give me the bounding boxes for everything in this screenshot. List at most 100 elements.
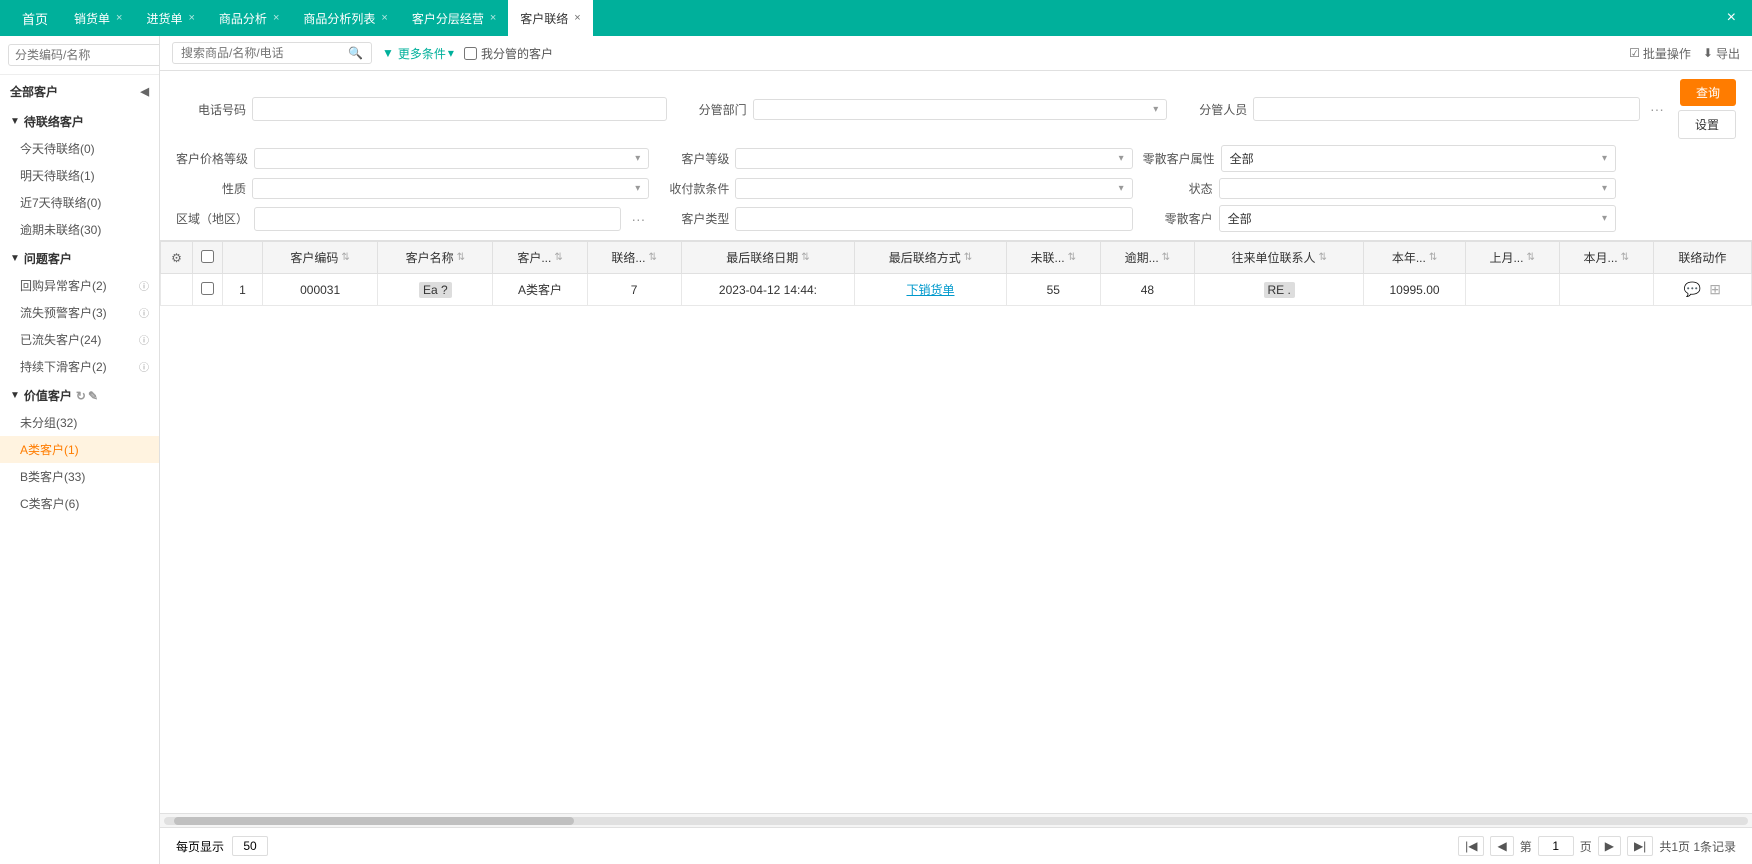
th-code[interactable]: 客户编码 ⇅ <box>263 242 378 274</box>
nature-select[interactable]: ▾ <box>252 178 649 199</box>
nav-tab-5[interactable]: 客户联络 × <box>508 0 592 36</box>
sidebar-item-class-b[interactable]: B类客户(33) <box>0 463 159 490</box>
page-prev-button[interactable]: ◀ <box>1490 836 1513 856</box>
dept-select[interactable]: ▾ <box>753 99 1168 120</box>
close-tab-1[interactable]: × <box>188 12 194 24</box>
sidebar-item-churn-warning[interactable]: 流失预警客户(3) ⓘ <box>0 299 159 326</box>
close-all-button[interactable]: × <box>1719 9 1744 27</box>
sidebar-item-overdue[interactable]: 逾期未联络(30) <box>0 216 159 243</box>
nav-home[interactable]: 首页 <box>8 9 62 28</box>
settings-button[interactable]: 设置 <box>1678 110 1736 139</box>
nav-tab-1[interactable]: 进货单 × <box>134 0 206 36</box>
sidebar-collapse-icon[interactable]: ◀ <box>141 85 149 98</box>
retail-cust-select[interactable]: 全部 ▾ <box>1219 205 1616 232</box>
sidebar-item-declining[interactable]: 持续下滑客户(2) ⓘ <box>0 353 159 380</box>
sort-icon[interactable]: ⇅ <box>1162 252 1170 263</box>
my-customers-check[interactable] <box>464 47 477 60</box>
th-checkbox[interactable] <box>193 242 223 274</box>
filter-search-input[interactable] <box>181 46 348 60</box>
retail-attr-select[interactable]: 全部 ▾ <box>1221 145 1616 172</box>
close-tab-2[interactable]: × <box>273 12 279 24</box>
sidebar-item-class-a[interactable]: A类客户(1) <box>0 436 159 463</box>
th-action[interactable]: 联络动作 <box>1653 242 1751 274</box>
export-button[interactable]: ⬇ 导出 <box>1703 45 1740 62</box>
th-name[interactable]: 客户名称 ⇅ <box>378 242 493 274</box>
batch-operation-button[interactable]: ☑ 批量操作 <box>1629 45 1691 62</box>
cust-level-select[interactable]: ▾ <box>735 148 1132 169</box>
sidebar-item-repurchase-anomaly[interactable]: 回购异常客户(2) ⓘ <box>0 272 159 299</box>
nav-tab-3[interactable]: 商品分析列表 × <box>291 0 399 36</box>
sidebar-group-pending-title[interactable]: ▼ 待联络客户 <box>0 108 159 135</box>
th-settings[interactable]: ⚙ <box>161 242 193 274</box>
th-type[interactable]: 客户... ⇅ <box>493 242 587 274</box>
sidebar-search-input[interactable] <box>8 44 160 66</box>
th-unit-contact[interactable]: 往来单位联系人 ⇅ <box>1194 242 1364 274</box>
th-this-month[interactable]: 本月... ⇅ <box>1559 242 1653 274</box>
my-customers-checkbox[interactable]: 我分管的客户 <box>464 45 553 62</box>
row-checkbox[interactable] <box>201 282 214 295</box>
edit-icon[interactable]: ✎ <box>88 389 98 403</box>
status-select[interactable]: ▾ <box>1219 178 1616 199</box>
phone-input[interactable] <box>252 97 667 121</box>
search-icon[interactable]: 🔍 <box>348 46 363 60</box>
payment-select[interactable]: ▾ <box>735 178 1132 199</box>
last-method-link[interactable]: 下销货单 <box>906 283 954 297</box>
close-tab-0[interactable]: × <box>116 12 122 24</box>
cust-type-input[interactable] <box>735 207 1132 231</box>
price-level-select[interactable]: ▾ <box>254 148 649 169</box>
person-input[interactable] <box>1253 97 1640 121</box>
sidebar-item-today[interactable]: 今天待联络(0) <box>0 135 159 162</box>
sort-icon[interactable]: ⇅ <box>1526 252 1534 263</box>
page-number-input[interactable] <box>1538 836 1574 856</box>
sort-icon[interactable]: ⇅ <box>648 252 656 263</box>
sidebar-all-customers[interactable]: 全部客户 ◀ <box>0 75 159 108</box>
cell-checkbox[interactable] <box>193 274 223 306</box>
th-this-year[interactable]: 本年... ⇅ <box>1364 242 1465 274</box>
th-no-contact[interactable]: 未联... ⇅ <box>1006 242 1100 274</box>
refresh-icon[interactable]: ↻ <box>76 389 86 403</box>
th-last-month[interactable]: 上月... ⇅ <box>1465 242 1559 274</box>
page-last-button[interactable]: ▶| <box>1627 836 1653 856</box>
sort-icon[interactable]: ⇅ <box>1068 252 1076 263</box>
page-next-button[interactable]: ▶ <box>1598 836 1621 856</box>
more-btn-person[interactable]: ··· <box>1646 101 1668 117</box>
nav-tab-4[interactable]: 客户分层经营 × <box>400 0 508 36</box>
horizontal-scrollbar[interactable] <box>160 813 1752 827</box>
sort-icon[interactable]: ⇅ <box>457 252 465 263</box>
th-last-method[interactable]: 最后联络方式 ⇅ <box>855 242 1006 274</box>
qrcode-icon[interactable]: ⊞ <box>1709 281 1721 298</box>
sort-icon[interactable]: ⇅ <box>1429 252 1437 263</box>
sort-icon[interactable]: ⇅ <box>1621 252 1629 263</box>
close-tab-3[interactable]: × <box>381 12 387 24</box>
select-all-checkbox[interactable] <box>201 250 214 263</box>
sort-icon[interactable]: ⇅ <box>964 252 972 263</box>
sort-icon[interactable]: ⇅ <box>554 252 562 263</box>
region-input[interactable] <box>254 207 621 231</box>
sidebar-item-churned[interactable]: 已流失客户(24) ⓘ <box>0 326 159 353</box>
sort-icon[interactable]: ⇅ <box>801 252 809 263</box>
scrollbar-thumb[interactable] <box>174 817 574 825</box>
sidebar-group-value-title[interactable]: ▼ 价值客户 ↻ ✎ <box>0 382 159 409</box>
close-tab-5[interactable]: × <box>574 12 580 24</box>
nav-tab-2[interactable]: 商品分析 × <box>207 0 291 36</box>
sort-icon[interactable]: ⇅ <box>1319 252 1327 263</box>
sidebar-item-ungrouped[interactable]: 未分组(32) <box>0 409 159 436</box>
sidebar-item-class-c[interactable]: C类客户(6) <box>0 490 159 517</box>
per-page-input[interactable] <box>232 836 268 856</box>
message-icon[interactable]: 💬 <box>1684 281 1701 298</box>
more-btn-region[interactable]: ··· <box>627 211 649 227</box>
th-overdue[interactable]: 逾期... ⇅ <box>1100 242 1194 274</box>
th-contact[interactable]: 联络... ⇅ <box>587 242 681 274</box>
sidebar-group-problem-title[interactable]: ▼ 问题客户 <box>0 245 159 272</box>
more-conditions-button[interactable]: ▼ 更多条件 ▾ <box>382 45 454 62</box>
gear-icon[interactable]: ⚙ <box>171 251 182 265</box>
sidebar-item-tomorrow[interactable]: 明天待联络(1) <box>0 162 159 189</box>
sort-icon[interactable]: ⇅ <box>341 252 349 263</box>
query-button[interactable]: 查询 <box>1680 79 1736 106</box>
close-tab-4[interactable]: × <box>490 12 496 24</box>
th-last-date[interactable]: 最后联络日期 ⇅ <box>681 242 855 274</box>
cell-last-method[interactable]: 下销货单 <box>855 274 1006 306</box>
page-first-button[interactable]: |◀ <box>1458 836 1484 856</box>
nav-tab-0[interactable]: 销货单 × <box>62 0 134 36</box>
sidebar-item-7days[interactable]: 近7天待联络(0) <box>0 189 159 216</box>
